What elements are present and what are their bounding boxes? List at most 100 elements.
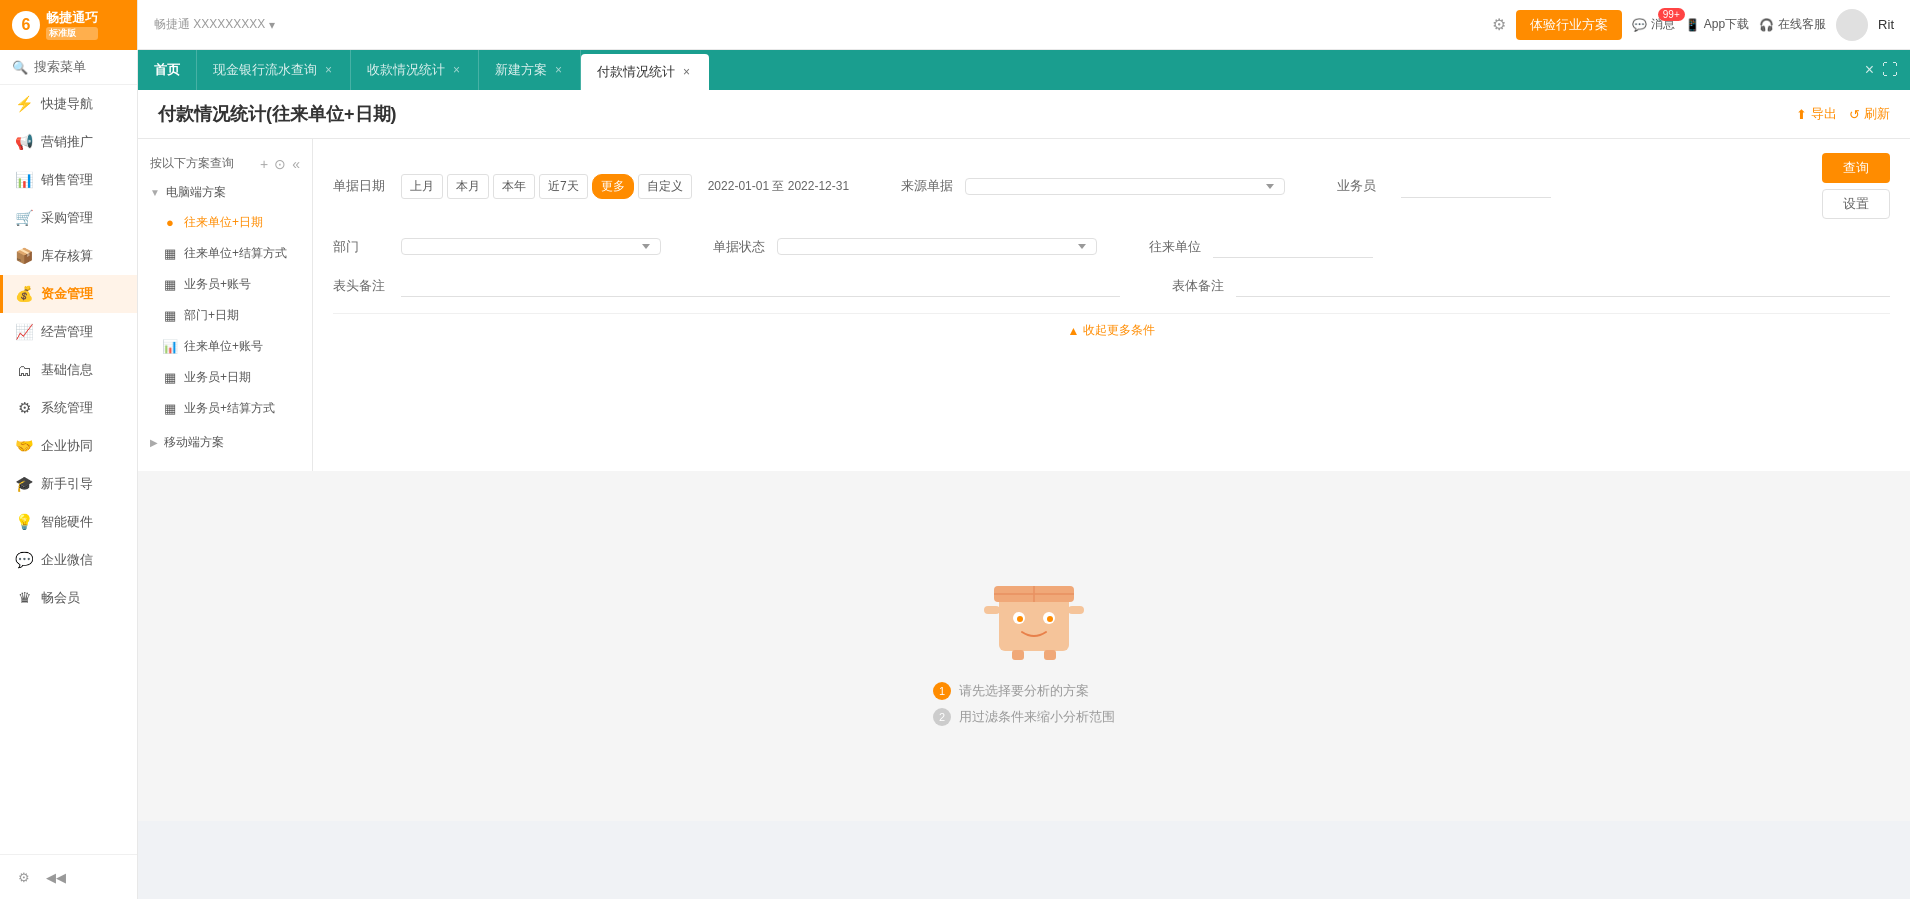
collapse-bar[interactable]: ▲ 收起更多条件 bbox=[333, 313, 1890, 347]
sidebar-item-hardware[interactable]: 💡 智能硬件 bbox=[0, 503, 137, 541]
online-service-btn[interactable]: 🎧 在线客服 bbox=[1759, 16, 1826, 33]
tab-home[interactable]: 首页 bbox=[138, 50, 197, 90]
status-select[interactable] bbox=[777, 238, 1097, 255]
basic-icon: 🗂 bbox=[15, 361, 33, 379]
empty-hint-2: 2 用过滤条件来缩小分析范围 bbox=[933, 708, 1115, 726]
scheme-item-staff-settle[interactable]: ▦ 业务员+结算方式 bbox=[138, 393, 312, 424]
tab-close-all-icon[interactable]: × bbox=[1865, 61, 1874, 79]
sidebar-settings-icon[interactable]: ⚙ bbox=[12, 865, 36, 889]
source-label: 来源单据 bbox=[901, 177, 957, 195]
scheme-item-dept-date[interactable]: ▦ 部门+日期 bbox=[138, 300, 312, 331]
topbar: 畅捷通 XXXXXXXXX ▾ ⚙ 体验行业方案 💬 消息 99+ 📱 App下… bbox=[138, 0, 1910, 50]
scheme-settings-icon[interactable]: ⊙ bbox=[274, 156, 286, 172]
scheme-item-unit-account[interactable]: 📊 往来单位+账号 bbox=[138, 331, 312, 362]
scheme-item-staff-date[interactable]: ▦ 业务员+日期 bbox=[138, 362, 312, 393]
scheme-mobile-title[interactable]: ▶ 移动端方案 bbox=[138, 428, 312, 457]
sidebar-item-vip[interactable]: ♛ 畅会员 bbox=[0, 579, 137, 617]
date-btn-custom[interactable]: 自定义 bbox=[638, 174, 692, 199]
operation-icon: 📈 bbox=[15, 323, 33, 341]
scheme-item-staff-account[interactable]: ▦ 业务员+账号 bbox=[138, 269, 312, 300]
scheme-item-unit-settle[interactable]: ▦ 往来单位+结算方式 bbox=[138, 238, 312, 269]
dept-select[interactable] bbox=[401, 238, 661, 255]
tab-close-new-scheme[interactable]: × bbox=[553, 61, 564, 79]
refresh-btn[interactable]: ↺ 刷新 bbox=[1849, 105, 1890, 123]
scheme-item-grid-icon-4: ▦ bbox=[162, 370, 178, 386]
scheme-sidebar: 按以下方案查询 + ⊙ « ▼ 电脑端方案 ● bbox=[138, 139, 313, 471]
date-btn-more[interactable]: 更多 bbox=[592, 174, 634, 199]
sidebar-item-quick[interactable]: ⚡ 快捷导航 bbox=[0, 85, 137, 123]
sales-icon: 📊 bbox=[15, 171, 33, 189]
status-chevron-icon bbox=[1078, 244, 1086, 249]
logo-icon: 6 bbox=[12, 11, 40, 39]
result-area: 1 请先选择要分析的方案 2 用过滤条件来缩小分析范围 bbox=[138, 471, 1910, 821]
scheme-mobile-section: ▶ 移动端方案 bbox=[138, 428, 312, 457]
date-btn-this-month[interactable]: 本月 bbox=[447, 174, 489, 199]
app-download-btn[interactable]: 📱 App下载 bbox=[1685, 16, 1749, 33]
scheme-desktop-title[interactable]: ▼ 电脑端方案 bbox=[138, 178, 312, 207]
sidebar-item-enterprise[interactable]: 🤝 企业协同 bbox=[0, 427, 137, 465]
tab-bank[interactable]: 现金银行流水查询 × bbox=[197, 50, 351, 90]
tab-close-bank[interactable]: × bbox=[323, 61, 334, 79]
status-filter: 单据状态 bbox=[713, 238, 1097, 256]
sidebar-item-purchase[interactable]: 🛒 采购管理 bbox=[0, 199, 137, 237]
sidebar-item-operation[interactable]: 📈 经营管理 bbox=[0, 313, 137, 351]
page-title: 付款情况统计(往来单位+日期) bbox=[158, 102, 397, 126]
trial-btn[interactable]: 体验行业方案 bbox=[1516, 10, 1622, 40]
empty-svg bbox=[974, 566, 1094, 666]
tab-close-receipt[interactable]: × bbox=[451, 61, 462, 79]
tab-payment[interactable]: 付款情况统计 × bbox=[581, 54, 709, 90]
tab-receipt[interactable]: 收款情况统计 × bbox=[351, 50, 479, 90]
guide-icon: 🎓 bbox=[15, 475, 33, 493]
sidebar-item-guide[interactable]: 🎓 新手引导 bbox=[0, 465, 137, 503]
unit-input[interactable] bbox=[1213, 235, 1373, 258]
export-btn[interactable]: ⬆ 导出 bbox=[1796, 105, 1837, 123]
svg-point-6 bbox=[1017, 616, 1023, 622]
body-note-input[interactable] bbox=[1236, 274, 1891, 297]
sidebar: 6 畅捷通巧 标准版 🔍 搜索菜单 ⚡ 快捷导航 📢 营销推广 📊 销售管理 bbox=[0, 0, 138, 899]
source-filter: 来源单据 bbox=[901, 177, 1285, 195]
sidebar-item-sales[interactable]: 📊 销售管理 bbox=[0, 161, 137, 199]
sidebar-item-basic[interactable]: 🗂 基础信息 bbox=[0, 351, 137, 389]
source-select[interactable] bbox=[965, 178, 1285, 195]
refresh-icon: ↺ bbox=[1849, 107, 1860, 122]
svg-rect-10 bbox=[984, 606, 1000, 614]
scheme-collapse-icon[interactable]: « bbox=[292, 156, 300, 172]
sidebar-item-marketing[interactable]: 📢 营销推广 bbox=[0, 123, 137, 161]
breadcrumb-chevron[interactable]: ▾ bbox=[269, 18, 275, 32]
scheme-item-grid-icon-3: ▦ bbox=[162, 308, 178, 324]
tab-close-payment[interactable]: × bbox=[681, 63, 692, 81]
sidebar-item-inventory[interactable]: 📦 库存核算 bbox=[0, 237, 137, 275]
topbar-gear-icon[interactable]: ⚙ bbox=[1492, 15, 1506, 34]
collapse-arrow-icon: ▲ bbox=[1068, 324, 1080, 338]
scheme-desktop-section: ▼ 电脑端方案 ● 往来单位+日期 ▦ 往来单位+结算方式 ▦ bbox=[138, 178, 312, 424]
tab-new-scheme[interactable]: 新建方案 × bbox=[479, 50, 581, 90]
sidebar-item-system[interactable]: ⚙ 系统管理 bbox=[0, 389, 137, 427]
svg-rect-11 bbox=[1068, 606, 1084, 614]
scheme-item-unit-date[interactable]: ● 往来单位+日期 bbox=[138, 207, 312, 238]
scheme-add-icon[interactable]: + bbox=[260, 156, 268, 172]
date-btn-last-month[interactable]: 上月 bbox=[401, 174, 443, 199]
sidebar-item-wechat[interactable]: 💬 企业微信 bbox=[0, 541, 137, 579]
app-logo: 6 畅捷通巧 标准版 bbox=[0, 0, 137, 50]
search-menu[interactable]: 🔍 搜索菜单 bbox=[0, 50, 137, 85]
content-area: 付款情况统计(往来单位+日期) ⬆ 导出 ↺ 刷新 按 bbox=[138, 90, 1910, 899]
header-note-label: 表头备注 bbox=[333, 277, 389, 295]
setting-btn[interactable]: 设置 bbox=[1822, 189, 1890, 219]
scheme-header-icons: + ⊙ « bbox=[260, 156, 300, 172]
date-btn-7days[interactable]: 近7天 bbox=[539, 174, 588, 199]
sidebar-collapse-icon[interactable]: ◀◀ bbox=[44, 865, 68, 889]
header-note-input[interactable] bbox=[401, 274, 1120, 297]
sidebar-item-finance[interactable]: 💰 资金管理 bbox=[0, 275, 137, 313]
tab-maximize-icon[interactable]: ⛶ bbox=[1882, 61, 1898, 79]
date-btn-this-year[interactable]: 本年 bbox=[493, 174, 535, 199]
staff-input[interactable] bbox=[1401, 175, 1551, 198]
inventory-icon: 📦 bbox=[15, 247, 33, 265]
body-note-label: 表体备注 bbox=[1172, 277, 1228, 295]
query-btn[interactable]: 查询 bbox=[1822, 153, 1890, 183]
message-btn[interactable]: 💬 消息 99+ bbox=[1632, 16, 1675, 33]
action-buttons: 查询 设置 bbox=[1822, 153, 1890, 219]
enterprise-icon: 🤝 bbox=[15, 437, 33, 455]
user-avatar[interactable] bbox=[1836, 9, 1868, 41]
sidebar-bottom: ⚙ ◀◀ bbox=[0, 854, 137, 899]
filter-area: 单据日期 上月 本月 本年 近7天 更多 自定义 2022-01-01 至 20… bbox=[313, 139, 1910, 471]
